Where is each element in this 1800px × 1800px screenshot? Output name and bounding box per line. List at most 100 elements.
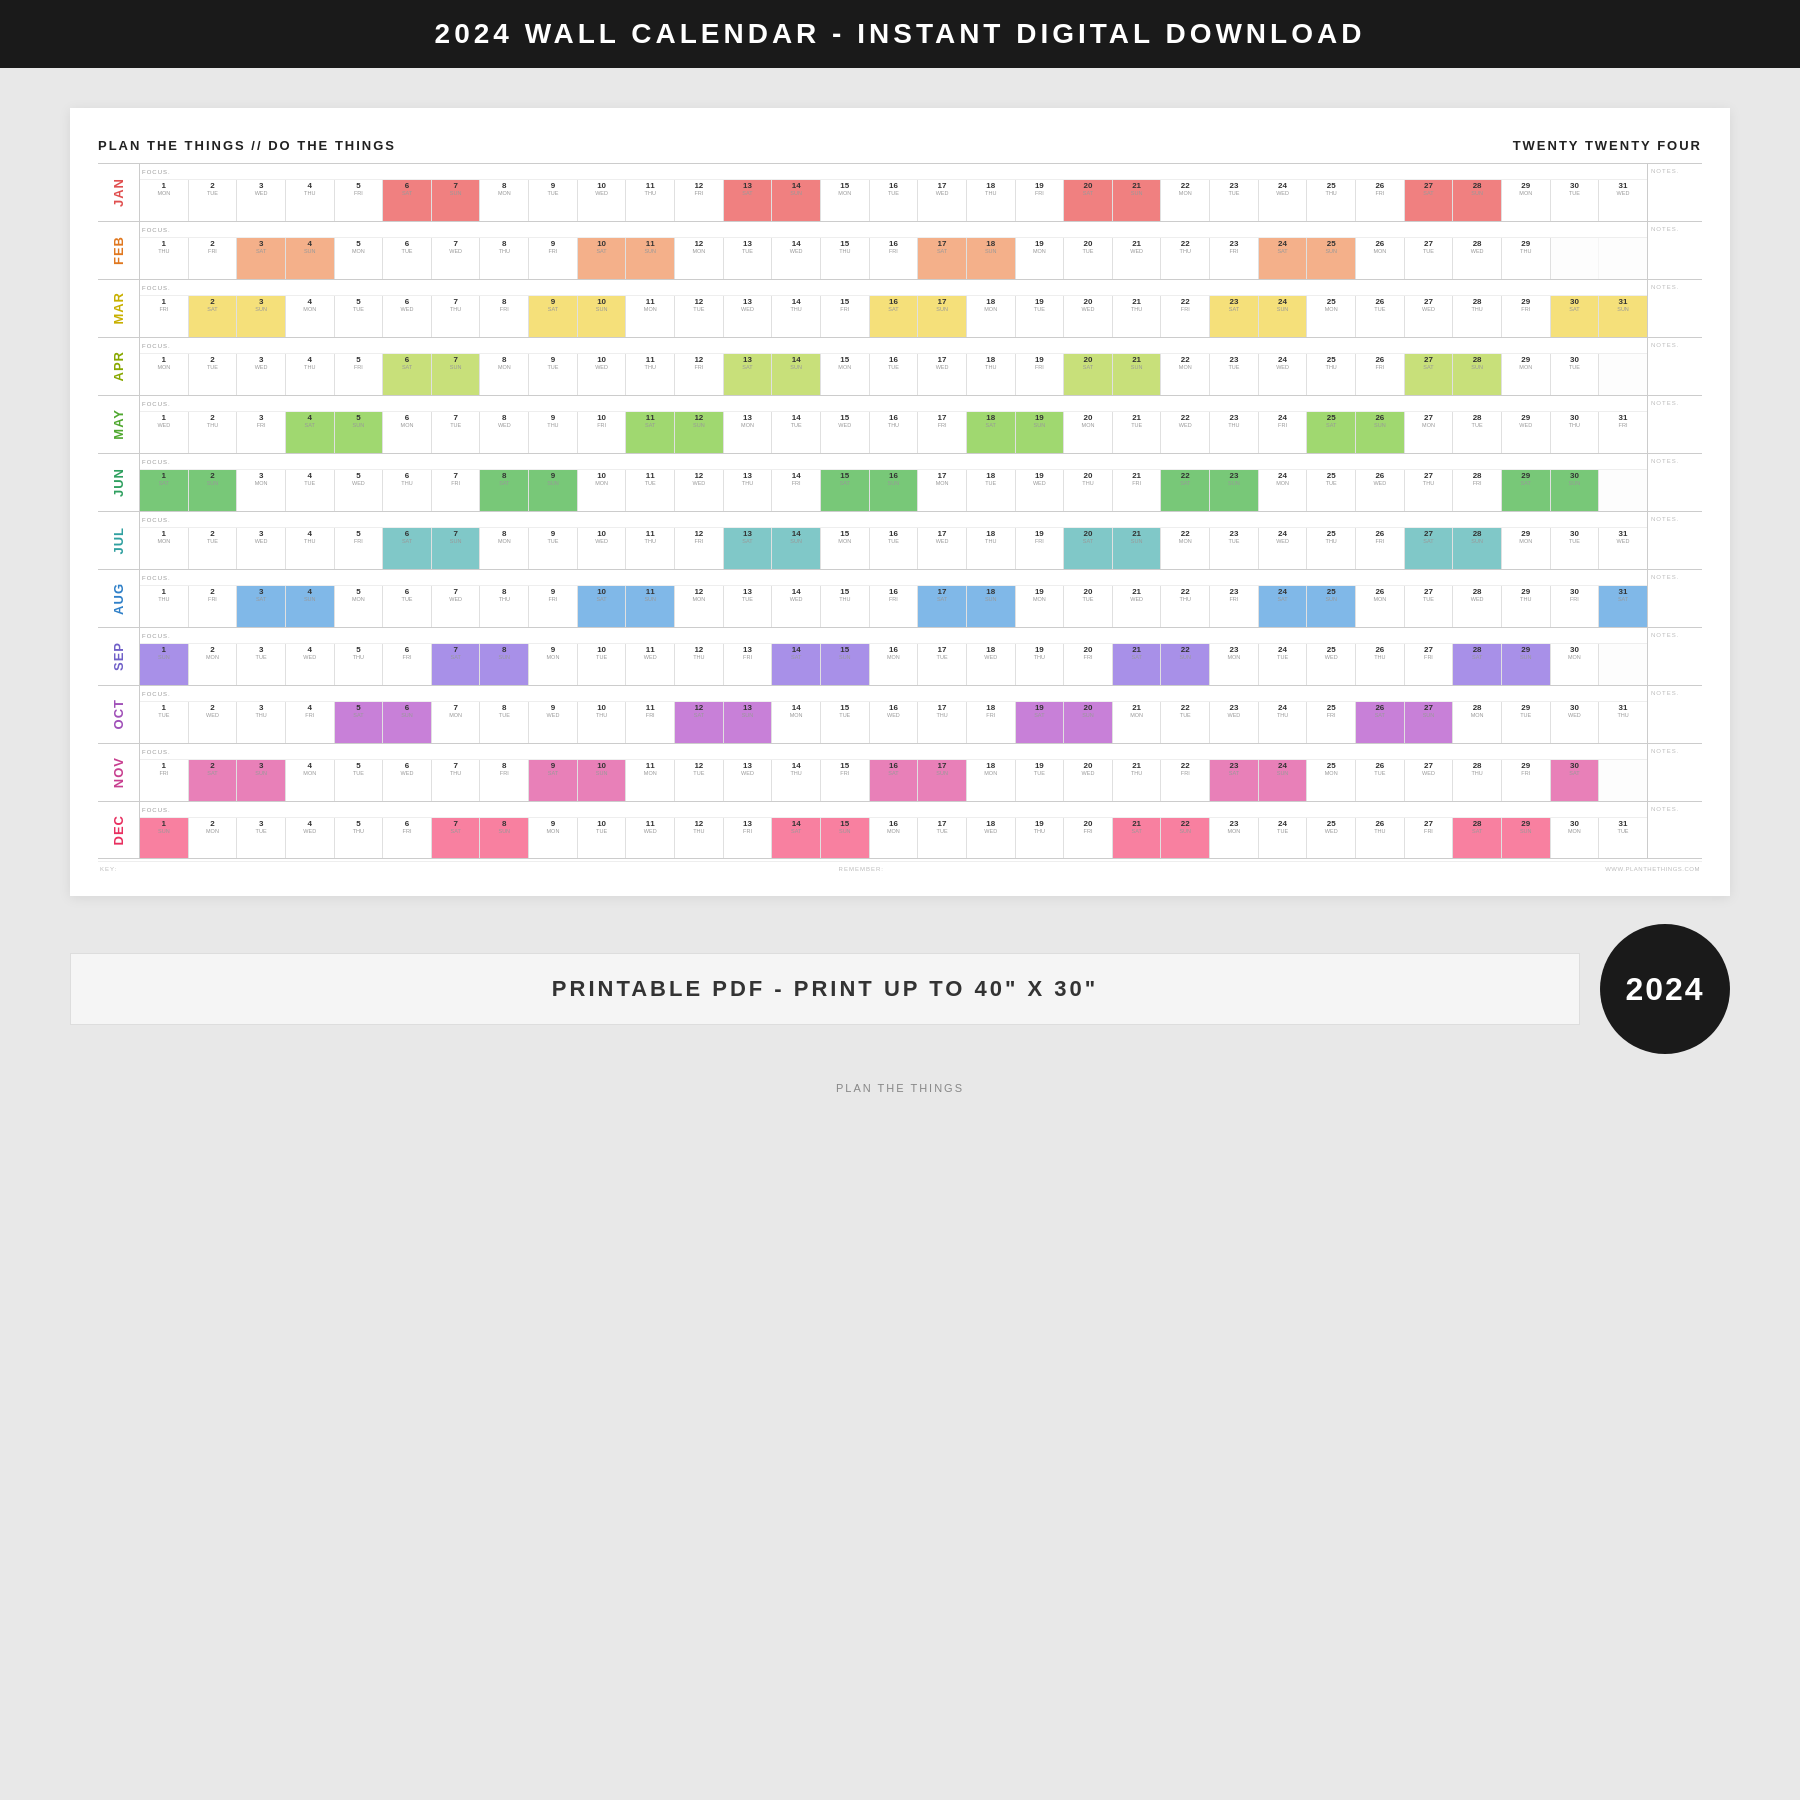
day-cell-dec-23: 23MON bbox=[1210, 818, 1259, 858]
day-cell-aug-1: 1THU bbox=[140, 586, 189, 627]
days-row-jul: 1MON2TUE3WED4THU5FRI6SAT7SUN8MON9TUE10WE… bbox=[140, 528, 1647, 569]
day-number: 9 bbox=[551, 472, 555, 480]
day-cell-jul-18: 18THU bbox=[967, 528, 1016, 569]
day-number: 23 bbox=[1229, 472, 1238, 480]
day-number: 9 bbox=[551, 588, 555, 596]
day-cell-mar-11: 11MON bbox=[626, 296, 675, 337]
day-name: WED bbox=[255, 365, 268, 371]
day-name: THU bbox=[499, 597, 510, 603]
day-name: MON bbox=[1325, 307, 1338, 313]
day-number: 4 bbox=[308, 182, 312, 190]
day-name: WED bbox=[936, 365, 949, 371]
day-name: SUN bbox=[1179, 655, 1191, 661]
day-cell-feb-5: 5MON bbox=[335, 238, 384, 279]
day-name: SAT bbox=[451, 829, 461, 835]
day-name: FRI bbox=[305, 713, 314, 719]
day-cell-oct-14: 14MON bbox=[772, 702, 821, 743]
day-number: 21 bbox=[1132, 704, 1141, 712]
day-name: WED bbox=[498, 423, 511, 429]
day-number: 18 bbox=[986, 356, 995, 364]
day-number: 16 bbox=[889, 588, 898, 596]
day-name: THU bbox=[1326, 365, 1337, 371]
day-cell-feb-27: 27TUE bbox=[1405, 238, 1454, 279]
day-name: THU bbox=[1131, 307, 1142, 313]
day-cell-aug-5: 5MON bbox=[335, 586, 384, 627]
day-cell-sep-1: 1SUN bbox=[140, 644, 189, 685]
focus-label: FOCUS. bbox=[142, 749, 171, 755]
day-name: WED bbox=[1082, 307, 1095, 313]
day-cell-jan-5: 5FRI bbox=[335, 180, 384, 221]
month-row-oct: OCTFOCUS.1TUE2WED3THU4FRI5SAT6SUN7MON8TU… bbox=[98, 685, 1702, 743]
day-cell-may-28: 28TUE bbox=[1453, 412, 1502, 453]
day-name: SUN bbox=[1471, 365, 1483, 371]
day-cell-aug-22: 22THU bbox=[1161, 586, 1210, 627]
day-name: WED bbox=[206, 713, 219, 719]
day-cell-may-13: 13MON bbox=[724, 412, 773, 453]
day-cell-jan-11: 11THU bbox=[626, 180, 675, 221]
day-name: TUE bbox=[207, 191, 218, 197]
day-name: MON bbox=[1519, 539, 1532, 545]
day-name: TUE bbox=[353, 307, 364, 313]
day-cell-feb-4: 4SUN bbox=[286, 238, 335, 279]
day-cell-nov-19: 19TUE bbox=[1016, 760, 1065, 801]
day-name: SUN bbox=[1277, 307, 1289, 313]
day-number: 26 bbox=[1375, 414, 1384, 422]
day-cell-jun-12: 12WED bbox=[675, 470, 724, 511]
day-name: TUE bbox=[450, 423, 461, 429]
day-name: MON bbox=[352, 249, 365, 255]
day-number: 27 bbox=[1424, 414, 1433, 422]
focus-label: FOCUS. bbox=[142, 401, 171, 407]
month-label-aug: AUG bbox=[111, 583, 126, 615]
day-cell-jul-13: 13SAT bbox=[724, 528, 773, 569]
day-name: FRI bbox=[1473, 481, 1482, 487]
day-name: FRI bbox=[889, 249, 898, 255]
focus-row-mar: FOCUS. bbox=[140, 280, 1647, 296]
day-number: 19 bbox=[1035, 298, 1044, 306]
day-cell-dec-26: 26THU bbox=[1356, 818, 1405, 858]
day-cell-nov-16: 16SAT bbox=[870, 760, 919, 801]
day-cell-mar-30: 30SAT bbox=[1551, 296, 1600, 337]
day-number: 7 bbox=[453, 356, 457, 364]
day-number: 16 bbox=[889, 472, 898, 480]
day-name: WED bbox=[644, 655, 657, 661]
day-cell-feb-12: 12MON bbox=[675, 238, 724, 279]
day-number: 7 bbox=[453, 182, 457, 190]
day-name: MON bbox=[1033, 249, 1046, 255]
day-number: 1 bbox=[162, 762, 166, 770]
day-number: 20 bbox=[1084, 646, 1093, 654]
day-number: 12 bbox=[694, 356, 703, 364]
day-name: SUN bbox=[207, 481, 219, 487]
day-number: 2 bbox=[210, 298, 214, 306]
day-name: FRI bbox=[1424, 829, 1433, 835]
day-cell-apr-3: 3WED bbox=[237, 354, 286, 395]
day-name: MON bbox=[1422, 423, 1435, 429]
day-number: 27 bbox=[1424, 762, 1433, 770]
day-name: TUE bbox=[888, 191, 899, 197]
day-number: 18 bbox=[986, 182, 995, 190]
day-number: 15 bbox=[840, 240, 849, 248]
day-name: SUN bbox=[255, 771, 267, 777]
day-name: TUE bbox=[1569, 191, 1580, 197]
day-cell-sep-17: 17TUE bbox=[918, 644, 967, 685]
day-number: 19 bbox=[1035, 414, 1044, 422]
month-label-col-jul: JUL bbox=[98, 512, 140, 569]
day-name: SAT bbox=[1083, 365, 1093, 371]
day-cell-jan-3: 3WED bbox=[237, 180, 286, 221]
day-cell-sep-5: 5THU bbox=[335, 644, 384, 685]
day-number: 15 bbox=[840, 530, 849, 538]
day-number: 24 bbox=[1278, 414, 1287, 422]
day-number: 10 bbox=[597, 646, 606, 654]
month-label-col-mar: MAR bbox=[98, 280, 140, 337]
month-row-dec: DECFOCUS.1SUN2MON3TUE4WED5THU6FRI7SAT8SU… bbox=[98, 801, 1702, 859]
day-number: 23 bbox=[1229, 530, 1238, 538]
day-name: MON bbox=[1519, 365, 1532, 371]
day-cell-aug-14: 14WED bbox=[772, 586, 821, 627]
day-name: MON bbox=[1179, 365, 1192, 371]
day-cell-oct-19: 19SAT bbox=[1016, 702, 1065, 743]
day-number: 16 bbox=[889, 356, 898, 364]
day-name: MON bbox=[984, 307, 997, 313]
day-name: TUE bbox=[158, 713, 169, 719]
day-number: 30 bbox=[1570, 356, 1579, 364]
day-cell-oct-31: 31THU bbox=[1599, 702, 1647, 743]
day-cell-oct-17: 17THU bbox=[918, 702, 967, 743]
